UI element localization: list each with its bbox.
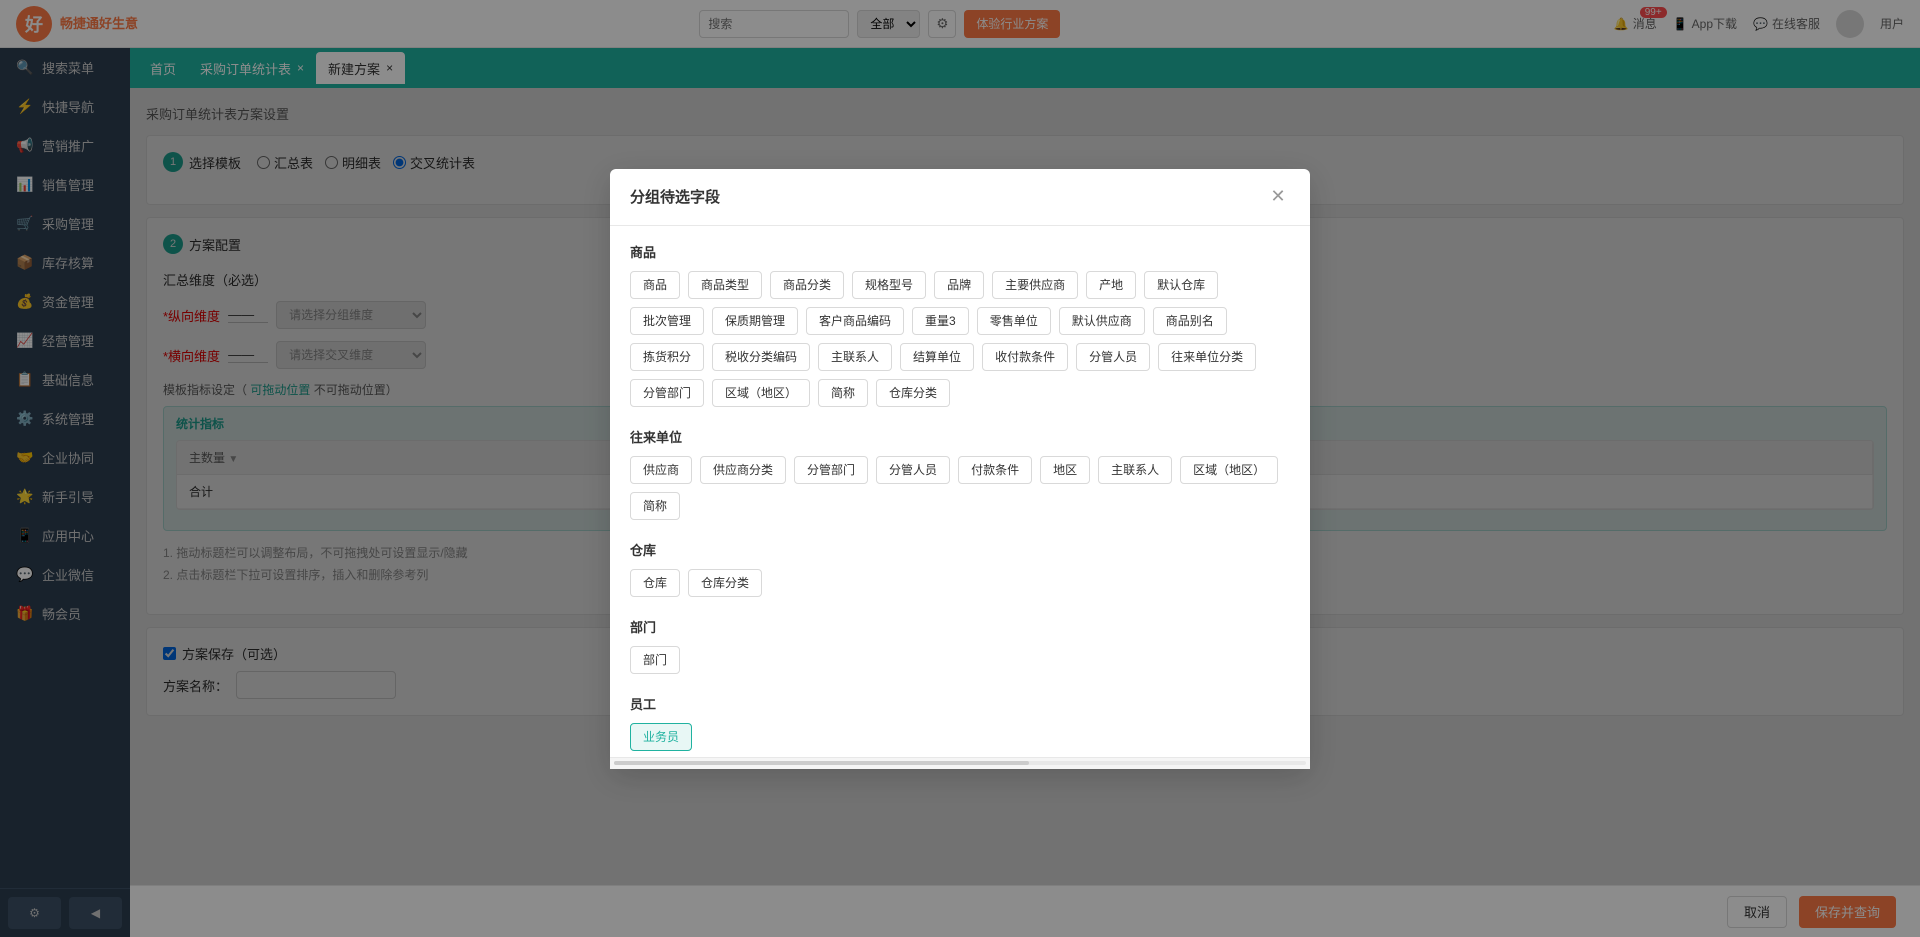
field-tag-product-spec[interactable]: 规格型号 <box>852 271 926 299</box>
field-group-dept-title: 部门 <box>630 617 1290 636</box>
modal-overlay: 分组待选字段 ✕ 商品 商品 商品类型 商品分类 规格型号 品牌 主要供应商 产… <box>0 0 1920 937</box>
field-tag-trade-supplier-cat[interactable]: 供应商分类 <box>700 456 786 484</box>
field-tag-product-main-supplier[interactable]: 主要供应商 <box>992 271 1078 299</box>
field-tag-product-category[interactable]: 商品分类 <box>770 271 844 299</box>
field-tag-trade-supplier[interactable]: 供应商 <box>630 456 692 484</box>
field-tag-product-trade-cat[interactable]: 往来单位分类 <box>1158 343 1256 371</box>
field-tag-trade-main-contact[interactable]: 主联系人 <box>1098 456 1172 484</box>
field-tag-product-brand[interactable]: 品牌 <box>934 271 984 299</box>
field-tags-product: 商品 商品类型 商品分类 规格型号 品牌 主要供应商 产地 默认仓库 批次管理 … <box>630 271 1290 407</box>
field-tag-product-manager[interactable]: 分管人员 <box>1076 343 1150 371</box>
field-tag-product-weight[interactable]: 重量3 <box>912 307 969 335</box>
field-group-employee: 员工 业务员 <box>630 694 1290 751</box>
field-group-dept: 部门 部门 <box>630 617 1290 674</box>
modal-body[interactable]: 商品 商品 商品类型 商品分类 规格型号 品牌 主要供应商 产地 默认仓库 批次… <box>610 226 1310 757</box>
field-group-product-title: 商品 <box>630 242 1290 261</box>
field-tag-product-region[interactable]: 区域（地区） <box>712 379 810 407</box>
field-tag-product-alias[interactable]: 商品别名 <box>1153 307 1227 335</box>
field-group-product: 商品 商品 商品类型 商品分类 规格型号 品牌 主要供应商 产地 默认仓库 批次… <box>630 242 1290 407</box>
scrollbar-thumb <box>614 761 1029 765</box>
field-tag-trade-pay-terms[interactable]: 付款条件 <box>958 456 1032 484</box>
field-tag-trade-dept[interactable]: 分管部门 <box>794 456 868 484</box>
field-tag-product-main-contact[interactable]: 主联系人 <box>818 343 892 371</box>
modal: 分组待选字段 ✕ 商品 商品 商品类型 商品分类 规格型号 品牌 主要供应商 产… <box>610 169 1310 769</box>
field-tag-dept[interactable]: 部门 <box>630 646 680 674</box>
field-tag-product-origin[interactable]: 产地 <box>1086 271 1136 299</box>
field-tag-product-pay-terms[interactable]: 收付款条件 <box>982 343 1068 371</box>
field-tags-employee: 业务员 <box>630 723 1290 751</box>
field-group-trade-title: 往来单位 <box>630 427 1290 446</box>
field-tag-product-wh-cat[interactable]: 仓库分类 <box>876 379 950 407</box>
field-tag-product-pick-score[interactable]: 拣货积分 <box>630 343 704 371</box>
field-tag-product-settle-unit[interactable]: 结算单位 <box>900 343 974 371</box>
field-tag-trade-area[interactable]: 区域（地区） <box>1180 456 1278 484</box>
field-tags-trade: 供应商 供应商分类 分管部门 分管人员 付款条件 地区 主联系人 区域（地区） … <box>630 456 1290 520</box>
scrollbar-track <box>614 761 1306 765</box>
field-group-warehouse-title: 仓库 <box>630 540 1290 559</box>
field-tag-product-customer-code[interactable]: 客户商品编码 <box>806 307 904 335</box>
field-group-warehouse: 仓库 仓库 仓库分类 <box>630 540 1290 597</box>
field-tag-product-dept[interactable]: 分管部门 <box>630 379 704 407</box>
field-tag-trade-region[interactable]: 地区 <box>1040 456 1090 484</box>
field-tag-warehouse-cat[interactable]: 仓库分类 <box>688 569 762 597</box>
field-tag-trade-abbr[interactable]: 简称 <box>630 492 680 520</box>
field-tag-product-default-supplier[interactable]: 默认供应商 <box>1059 307 1145 335</box>
field-tag-warehouse[interactable]: 仓库 <box>630 569 680 597</box>
modal-header: 分组待选字段 ✕ <box>610 169 1310 226</box>
field-tag-product-abbr[interactable]: 简称 <box>818 379 868 407</box>
field-tag-product-product[interactable]: 商品 <box>630 271 680 299</box>
field-group-trade: 往来单位 供应商 供应商分类 分管部门 分管人员 付款条件 地区 主联系人 区域… <box>630 427 1290 520</box>
modal-scrollbar[interactable] <box>610 757 1310 769</box>
modal-title: 分组待选字段 <box>630 186 720 207</box>
field-tag-product-type[interactable]: 商品类型 <box>688 271 762 299</box>
field-tag-salesperson[interactable]: 业务员 <box>630 723 692 751</box>
field-tag-product-expiry[interactable]: 保质期管理 <box>712 307 798 335</box>
field-tags-dept: 部门 <box>630 646 1290 674</box>
field-tag-product-tax-code[interactable]: 税收分类编码 <box>712 343 810 371</box>
field-tag-trade-manager[interactable]: 分管人员 <box>876 456 950 484</box>
field-tag-product-retail-unit[interactable]: 零售单位 <box>977 307 1051 335</box>
field-group-employee-title: 员工 <box>630 694 1290 713</box>
field-tag-product-default-wh[interactable]: 默认仓库 <box>1144 271 1218 299</box>
field-tag-product-batch[interactable]: 批次管理 <box>630 307 704 335</box>
modal-close-button[interactable]: ✕ <box>1266 185 1290 209</box>
field-tags-warehouse: 仓库 仓库分类 <box>630 569 1290 597</box>
